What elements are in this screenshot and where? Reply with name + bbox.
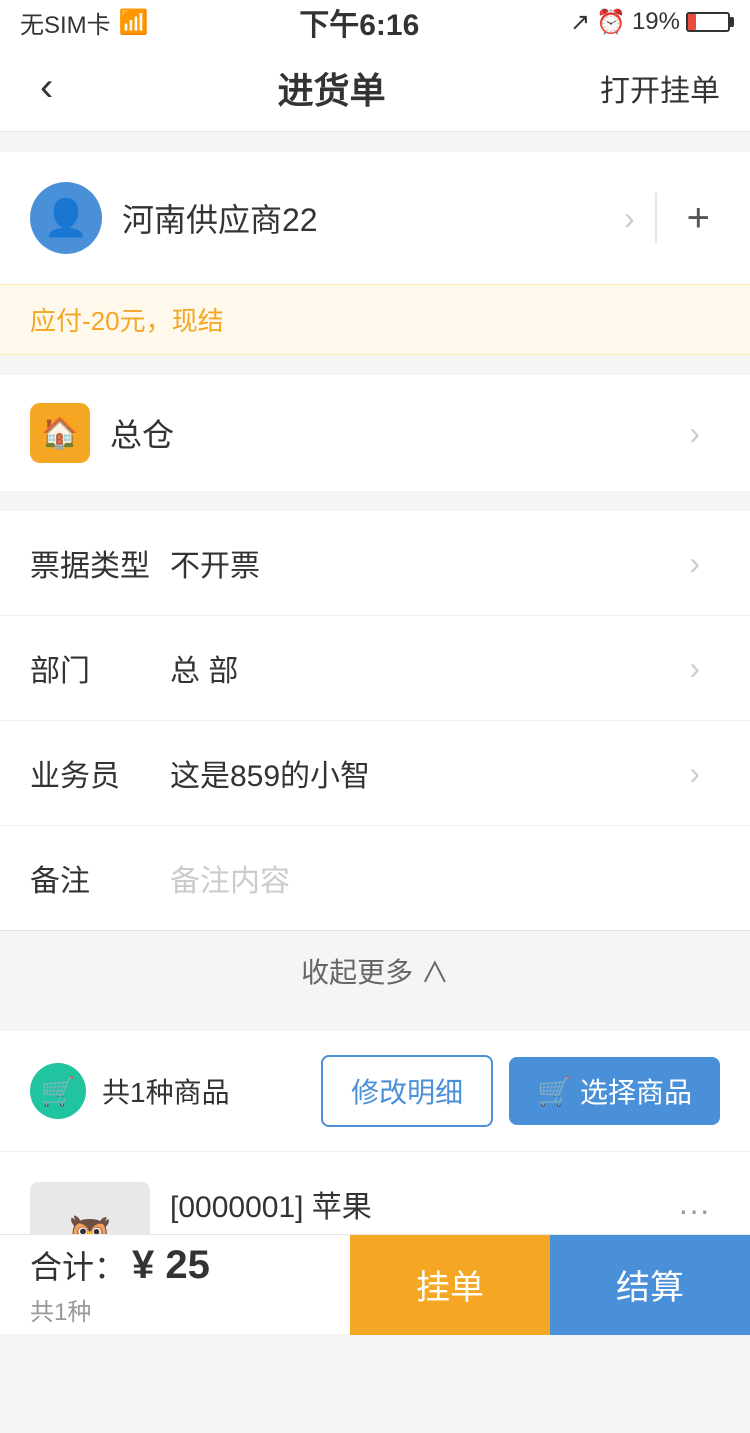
department-label: 部门	[30, 646, 150, 690]
bottom-bar: 合计： ¥ 25 共1种 挂单 结算	[0, 1234, 750, 1334]
department-chevron: ›	[689, 650, 700, 687]
total-amount: ¥ 25	[132, 1243, 210, 1288]
product-count: 共1种商品	[102, 1071, 321, 1111]
nav-bar: ‹ 进货单 打开挂单	[0, 44, 750, 132]
status-time: 下午6:16	[299, 0, 419, 44]
invoice-type-value: 不开票	[150, 541, 689, 585]
wifi-icon: 📶	[119, 8, 149, 37]
back-button[interactable]: ‹	[30, 55, 63, 120]
product-section-icon: 🛒	[30, 1063, 86, 1119]
avatar-icon: 👤	[44, 197, 89, 239]
select-product-icon: 🛒	[537, 1075, 572, 1108]
invoice-type-row[interactable]: 票据类型 不开票 ›	[0, 511, 750, 616]
salesperson-label: 业务员	[30, 751, 150, 795]
warehouse-section[interactable]: 🏠 总仓 ›	[0, 375, 750, 491]
form-section: 票据类型 不开票 › 部门 总 部 › 业务员 这是859的小智 › 备注 备注…	[0, 511, 750, 930]
supplier-chevron-icon: ›	[624, 200, 635, 237]
page-title: 进货单	[278, 62, 386, 114]
collapse-label: 收起更多 ∧	[301, 957, 449, 988]
invoice-type-label: 票据类型	[30, 541, 150, 585]
add-supplier-button[interactable]: +	[677, 196, 720, 241]
remark-input[interactable]: 备注内容	[150, 856, 720, 900]
product-code: [0000001] 苹果	[170, 1191, 372, 1224]
battery-fill	[688, 14, 696, 30]
supplier-section: 👤 河南供应商22 › + 应付-20元，现结	[0, 152, 750, 355]
checkout-button[interactable]: 结算	[550, 1235, 750, 1335]
battery-icon	[686, 12, 730, 32]
warehouse-icon-symbol: 🏠	[41, 416, 78, 451]
department-value: 总 部	[150, 646, 689, 690]
remark-row[interactable]: 备注 备注内容	[0, 826, 750, 930]
product-name: [0000001] 苹果	[170, 1182, 668, 1226]
supplier-row[interactable]: 👤 河南供应商22 › +	[0, 152, 750, 284]
open-pending-button[interactable]: 打开挂单	[600, 66, 720, 110]
select-product-label: 选择商品	[580, 1071, 692, 1111]
total-main: 合计： ¥ 25	[30, 1242, 320, 1288]
supplier-avatar: 👤	[30, 182, 102, 254]
warehouse-name: 总仓	[110, 410, 689, 456]
status-right: ↗ ⏰ 19%	[570, 8, 730, 37]
battery-text: 19%	[632, 8, 680, 36]
salesperson-chevron: ›	[689, 755, 700, 792]
supplier-name: 河南供应商22	[122, 195, 624, 241]
product-more-button[interactable]: ···	[668, 1182, 720, 1239]
collapse-row[interactable]: 收起更多 ∧	[0, 930, 750, 1011]
warehouse-chevron-icon: ›	[689, 415, 700, 452]
notice-text: 应付-20元，现结	[30, 306, 224, 336]
total-sub: 共1种	[30, 1292, 320, 1327]
select-product-button[interactable]: 🛒 选择商品	[509, 1057, 720, 1125]
salesperson-row[interactable]: 业务员 这是859的小智 ›	[0, 721, 750, 826]
department-row[interactable]: 部门 总 部 ›	[0, 616, 750, 721]
hang-button[interactable]: 挂单	[350, 1235, 550, 1335]
warehouse-icon: 🏠	[30, 403, 90, 463]
location-icon: ↗	[570, 8, 590, 37]
total-area: 合计： ¥ 25 共1种	[0, 1242, 350, 1327]
salesperson-value: 这是859的小智	[150, 751, 689, 795]
product-header: 🛒 共1种商品 修改明细 🛒 选择商品	[0, 1031, 750, 1152]
remark-label: 备注	[30, 856, 150, 900]
status-bar: 无SIM卡 📶 下午6:16 ↗ ⏰ 19%	[0, 0, 750, 44]
signal-text: 无SIM卡	[20, 5, 111, 40]
edit-detail-button[interactable]: 修改明细	[321, 1055, 493, 1127]
invoice-type-chevron: ›	[689, 545, 700, 582]
alarm-icon: ⏰	[596, 8, 626, 37]
product-icon-symbol: 🛒	[41, 1075, 76, 1108]
supplier-divider	[655, 193, 657, 243]
status-left: 无SIM卡 📶	[20, 5, 149, 40]
notice-bar: 应付-20元，现结	[0, 284, 750, 355]
total-label: 合计：	[30, 1242, 126, 1288]
